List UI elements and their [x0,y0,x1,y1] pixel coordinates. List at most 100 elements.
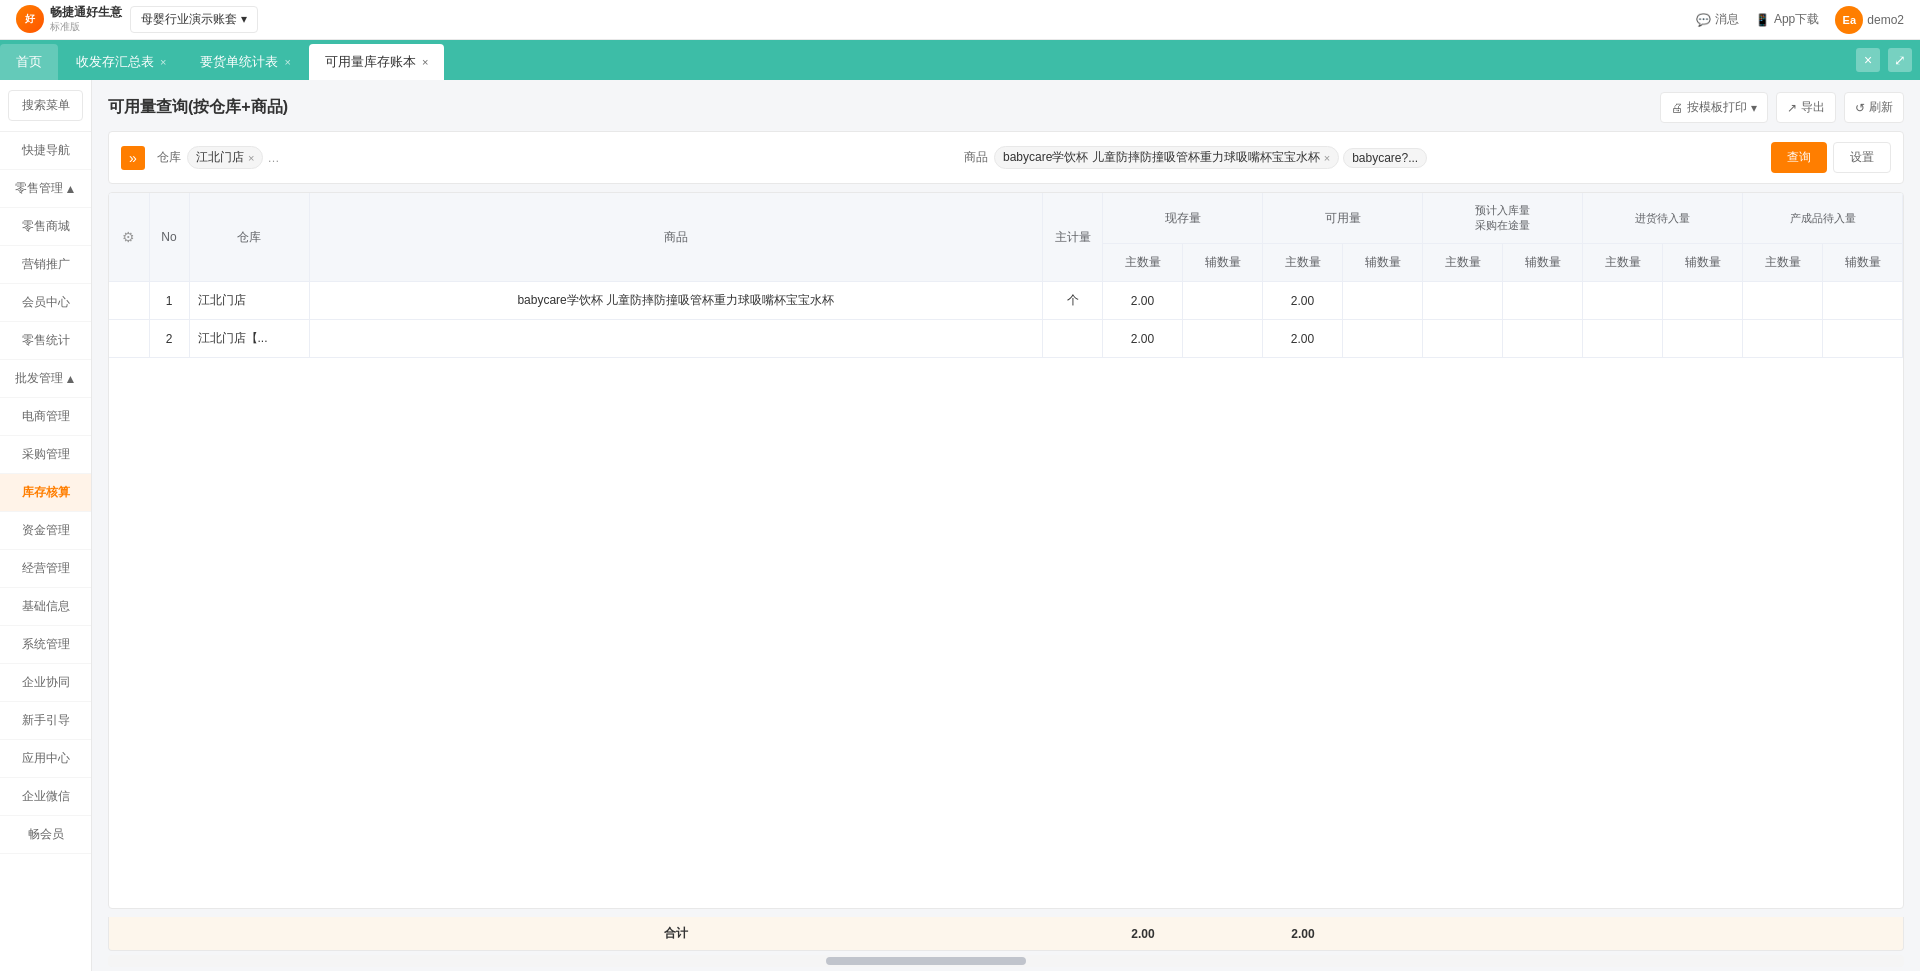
th-warehouse: 仓库 [189,193,309,282]
logo-subtitle: 标准版 [50,20,122,34]
td-incoming-aux-1 [1663,320,1743,358]
sidebar-item-purchase[interactable]: 采购管理 [0,436,91,474]
sidebar-item-member-plus[interactable]: 畅会员 [0,816,91,854]
sidebar-item-wechat[interactable]: 企业微信 [0,778,91,816]
td-available-aux-1 [1343,320,1423,358]
warehouse-tag-remove[interactable]: × [248,152,254,164]
tab-order-label: 要货单统计表 [200,53,278,71]
summary-purchase-aux [1503,925,1583,942]
td-stock-main-1: 2.00 [1103,320,1183,358]
tab-receive-summary[interactable]: 收发存汇总表 × [60,44,182,80]
warehouse-tag-0[interactable]: 江北门店 × [187,146,263,169]
message-btn[interactable]: 💬 消息 [1696,11,1739,28]
chevron-down-icon: ▾ [241,12,247,26]
sidebar-item-finance[interactable]: 资金管理 [0,512,91,550]
summary-stock-main: 2.00 [1103,925,1183,942]
th-stock-group: 现存量 [1103,193,1263,244]
logo-icon: 好 [16,5,44,33]
app-download-btn[interactable]: 📱 App下载 [1755,11,1819,28]
tab-available-label: 可用量库存账本 [325,53,416,71]
tab-home[interactable]: 首页 [0,44,58,80]
td-incoming-main-1 [1583,320,1663,358]
data-table: ⚙ No 仓库 商品 主计量 现存量 可用量 预计入库量采购在途量 进货待入量 … [109,193,1903,358]
th-available-group: 可用量 [1263,193,1423,244]
close-window-btn[interactable]: × [1856,48,1880,72]
search-btn[interactable]: 查询 [1771,142,1827,173]
logo-area: 好 畅捷通好生意 标准版 [16,5,122,33]
search-menu-btn[interactable]: 搜索菜单 [8,90,83,121]
sidebar-item-retail-mall[interactable]: 零售商城 [0,208,91,246]
td-settings-0 [109,282,149,320]
top-bar-right: 💬 消息 📱 App下载 Ea demo2 [1696,6,1904,34]
main-layout: 搜索菜单 快捷导航 零售管理 ▲ 零售商城 营销推广 会员中心 零售统计 批发管… [0,80,1920,971]
td-purchase-aux-0 [1503,282,1583,320]
page-header: 可用量查询(按仓库+商品) 🖨 按模板打印 ▾ ↗ 导出 ↺ 刷新 [92,80,1920,131]
summary-empty-2 [189,925,309,942]
product-filter-group: 商品 babycare学饮杯 儿童防摔防撞吸管杯重力球吸嘴杯宝宝水杯 × bab… [964,146,1759,169]
sidebar-search: 搜索菜单 [0,80,91,132]
scroll-thumb[interactable] [826,957,1026,965]
maximize-btn[interactable]: ⤢ [1888,48,1912,72]
th-purchase-aux: 辅数量 [1503,244,1583,282]
phone-icon: 📱 [1755,13,1770,27]
th-purchase-group: 预计入库量采购在途量 [1423,193,1583,244]
product-tag-1[interactable]: babycare?... [1343,148,1427,168]
tab-receive-close[interactable]: × [160,56,166,68]
filter-more-btn[interactable]: … [267,151,279,165]
th-settings: ⚙ [109,193,149,282]
sidebar-item-members[interactable]: 会员中心 [0,284,91,322]
sidebar-item-retail-mgmt[interactable]: 零售管理 ▲ [0,170,91,208]
th-purchase-main: 主数量 [1423,244,1503,282]
th-unit: 主计量 [1043,193,1103,282]
export-btn[interactable]: ↗ 导出 [1776,92,1836,123]
industry-selector[interactable]: 母婴行业演示账套 ▾ [130,6,258,33]
tab-order-stats[interactable]: 要货单统计表 × [184,44,306,80]
tab-available-stock[interactable]: 可用量库存账本 × [309,44,444,80]
td-production-main-0 [1743,282,1823,320]
settings-btn[interactable]: 设置 [1833,142,1891,173]
settings-icon[interactable]: ⚙ [122,229,135,245]
td-production-main-1 [1743,320,1823,358]
td-incoming-main-0 [1583,282,1663,320]
tab-available-close[interactable]: × [422,56,428,68]
top-bar-left: 好 畅捷通好生意 标准版 母婴行业演示账套 ▾ [16,5,258,33]
nav-right-buttons: × ⤢ [1856,48,1912,72]
sidebar-item-marketing[interactable]: 营销推广 [0,246,91,284]
summary-production-aux [1823,925,1903,942]
summary-empty-1 [149,925,189,942]
summary-incoming-aux [1663,925,1743,942]
sidebar-item-cooperation[interactable]: 企业协同 [0,664,91,702]
sidebar-item-inventory[interactable]: 库存核算 [0,474,91,512]
sidebar-item-app-center[interactable]: 应用中心 [0,740,91,778]
td-production-aux-1 [1823,320,1903,358]
th-incoming-main: 主数量 [1583,244,1663,282]
th-no: No [149,193,189,282]
th-stock-main: 主数量 [1103,244,1183,282]
refresh-btn[interactable]: ↺ 刷新 [1844,92,1904,123]
sidebar-item-wholesale[interactable]: 批发管理 ▲ [0,360,91,398]
top-bar: 好 畅捷通好生意 标准版 母婴行业演示账套 ▾ 💬 消息 📱 App下载 Ea … [0,0,1920,40]
sidebar-item-basic-info[interactable]: 基础信息 [0,588,91,626]
user-area[interactable]: Ea demo2 [1835,6,1904,34]
arrow-icon-2: ▲ [65,372,77,386]
summary-incoming-main [1583,925,1663,942]
sidebar-item-operations[interactable]: 经营管理 [0,550,91,588]
message-label: 消息 [1715,11,1739,28]
product-tag-0[interactable]: babycare学饮杯 儿童防摔防撞吸管杯重力球吸嘴杯宝宝水杯 × [994,146,1339,169]
sidebar-item-quick-nav[interactable]: 快捷导航 [0,132,91,170]
sidebar-item-system[interactable]: 系统管理 [0,626,91,664]
filter-expand-btn[interactable]: » [121,146,145,170]
th-available-main: 主数量 [1263,244,1343,282]
sidebar-item-retail-stats[interactable]: 零售统计 [0,322,91,360]
summary-label: 合计 [309,925,1043,942]
table-container: ⚙ No 仓库 商品 主计量 现存量 可用量 预计入库量采购在途量 进货待入量 … [108,192,1904,909]
product-tag-0-remove[interactable]: × [1324,152,1330,164]
print-template-btn[interactable]: 🖨 按模板打印 ▾ [1660,92,1768,123]
username-label: demo2 [1867,13,1904,27]
tab-order-close[interactable]: × [284,56,290,68]
sidebar-item-guide[interactable]: 新手引导 [0,702,91,740]
product-filter-tags: babycare学饮杯 儿童防摔防撞吸管杯重力球吸嘴杯宝宝水杯 × babyca… [994,146,1759,169]
th-product: 商品 [309,193,1043,282]
horizontal-scrollbar[interactable] [108,955,1904,967]
sidebar-item-ecommerce[interactable]: 电商管理 [0,398,91,436]
